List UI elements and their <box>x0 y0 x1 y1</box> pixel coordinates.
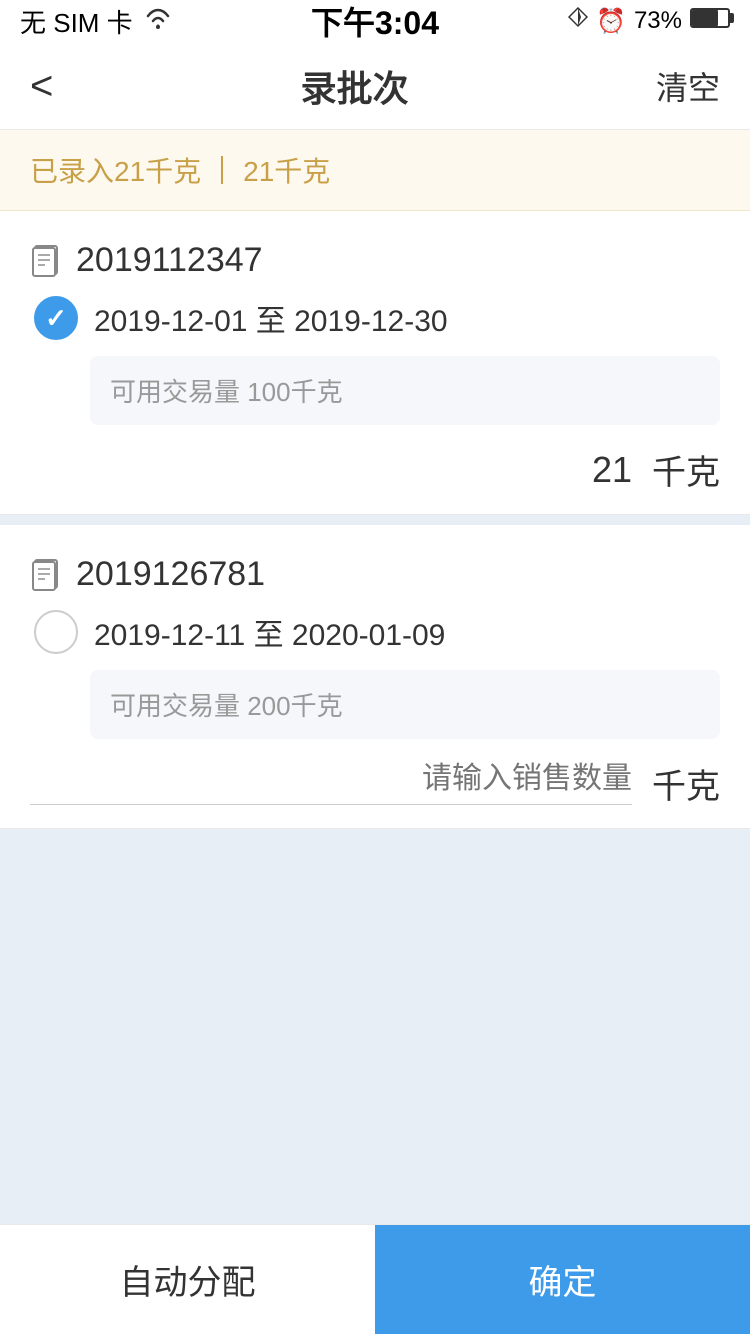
carrier-text: 无 SIM 卡 <box>20 3 133 40</box>
auto-distribute-button[interactable]: 自动分配 <box>0 1225 375 1334</box>
batch-1-qty-input-row: 21 千克 <box>0 425 750 515</box>
batch-1-available-qty: 可用交易量 100千克 <box>90 356 720 425</box>
batch-2-id: 2019126781 <box>76 555 265 594</box>
batch-1-qty-unit: 千克 <box>652 445 720 494</box>
info-label: 已录入21千克 <box>30 150 201 190</box>
batch-item-2: 2019126781 2019-12-11 至 2020-01-09 可用交易量… <box>0 525 750 739</box>
batch-item-2-header: 2019126781 <box>30 555 720 594</box>
batch-1-date-row: 2019-12-01 至 2019-12-30 <box>30 296 720 340</box>
batch-item-1: 2019112347 2019-12-01 至 2019-12-30 可用交易量… <box>0 211 750 425</box>
batch-2-qty-input-row: 千克 <box>0 739 750 829</box>
info-value: 21千克 <box>243 150 330 190</box>
gps-icon <box>568 7 588 36</box>
battery-icon <box>690 7 730 35</box>
batch-2-date-row: 2019-12-11 至 2020-01-09 <box>30 610 720 654</box>
confirm-button[interactable]: 确定 <box>375 1225 750 1334</box>
back-button[interactable]: < <box>30 66 53 106</box>
bottom-bar: 自动分配 确定 <box>0 1224 750 1334</box>
page-title: 录批次 <box>301 60 409 112</box>
status-bar: 无 SIM 卡 下午3:04 ⏰ 73% <box>0 0 750 42</box>
clear-button[interactable]: 清空 <box>656 63 720 109</box>
batch-2-qty-text: 可用交易量 200千克 <box>110 691 343 721</box>
empty-area <box>0 829 750 1289</box>
batch-1-id: 2019112347 <box>76 241 263 280</box>
batch-2-qty-input[interactable] <box>30 762 632 796</box>
batch-item-1-header: 2019112347 <box>30 241 720 280</box>
status-left: 无 SIM 卡 <box>20 3 173 40</box>
batch-2-date: 2019-12-11 至 2020-01-09 <box>94 610 445 654</box>
alarm-icon: ⏰ <box>596 7 626 36</box>
batch-1-qty-value: 21 <box>592 449 632 491</box>
batch-separator <box>0 515 750 525</box>
batch-2-qty-unit: 千克 <box>652 759 720 808</box>
batch-2-available-qty: 可用交易量 200千克 <box>90 670 720 739</box>
batch-list: 2019112347 2019-12-01 至 2019-12-30 可用交易量… <box>0 211 750 829</box>
batch-1-date: 2019-12-01 至 2019-12-30 <box>94 296 448 340</box>
status-time: 下午3:04 <box>311 0 439 44</box>
info-divider <box>221 156 223 184</box>
batch-2-doc-icon <box>30 557 66 593</box>
status-right: ⏰ 73% <box>568 7 730 36</box>
batch-2-radio[interactable] <box>34 610 78 654</box>
batch-1-qty-text: 可用交易量 100千克 <box>110 377 343 407</box>
batch-1-doc-icon <box>30 243 66 279</box>
info-banner: 已录入21千克 21千克 <box>0 130 750 211</box>
battery-percentage: 73% <box>634 7 682 35</box>
wifi-icon <box>143 6 173 37</box>
nav-bar: < 录批次 清空 <box>0 42 750 130</box>
batch-1-radio[interactable] <box>34 296 78 340</box>
